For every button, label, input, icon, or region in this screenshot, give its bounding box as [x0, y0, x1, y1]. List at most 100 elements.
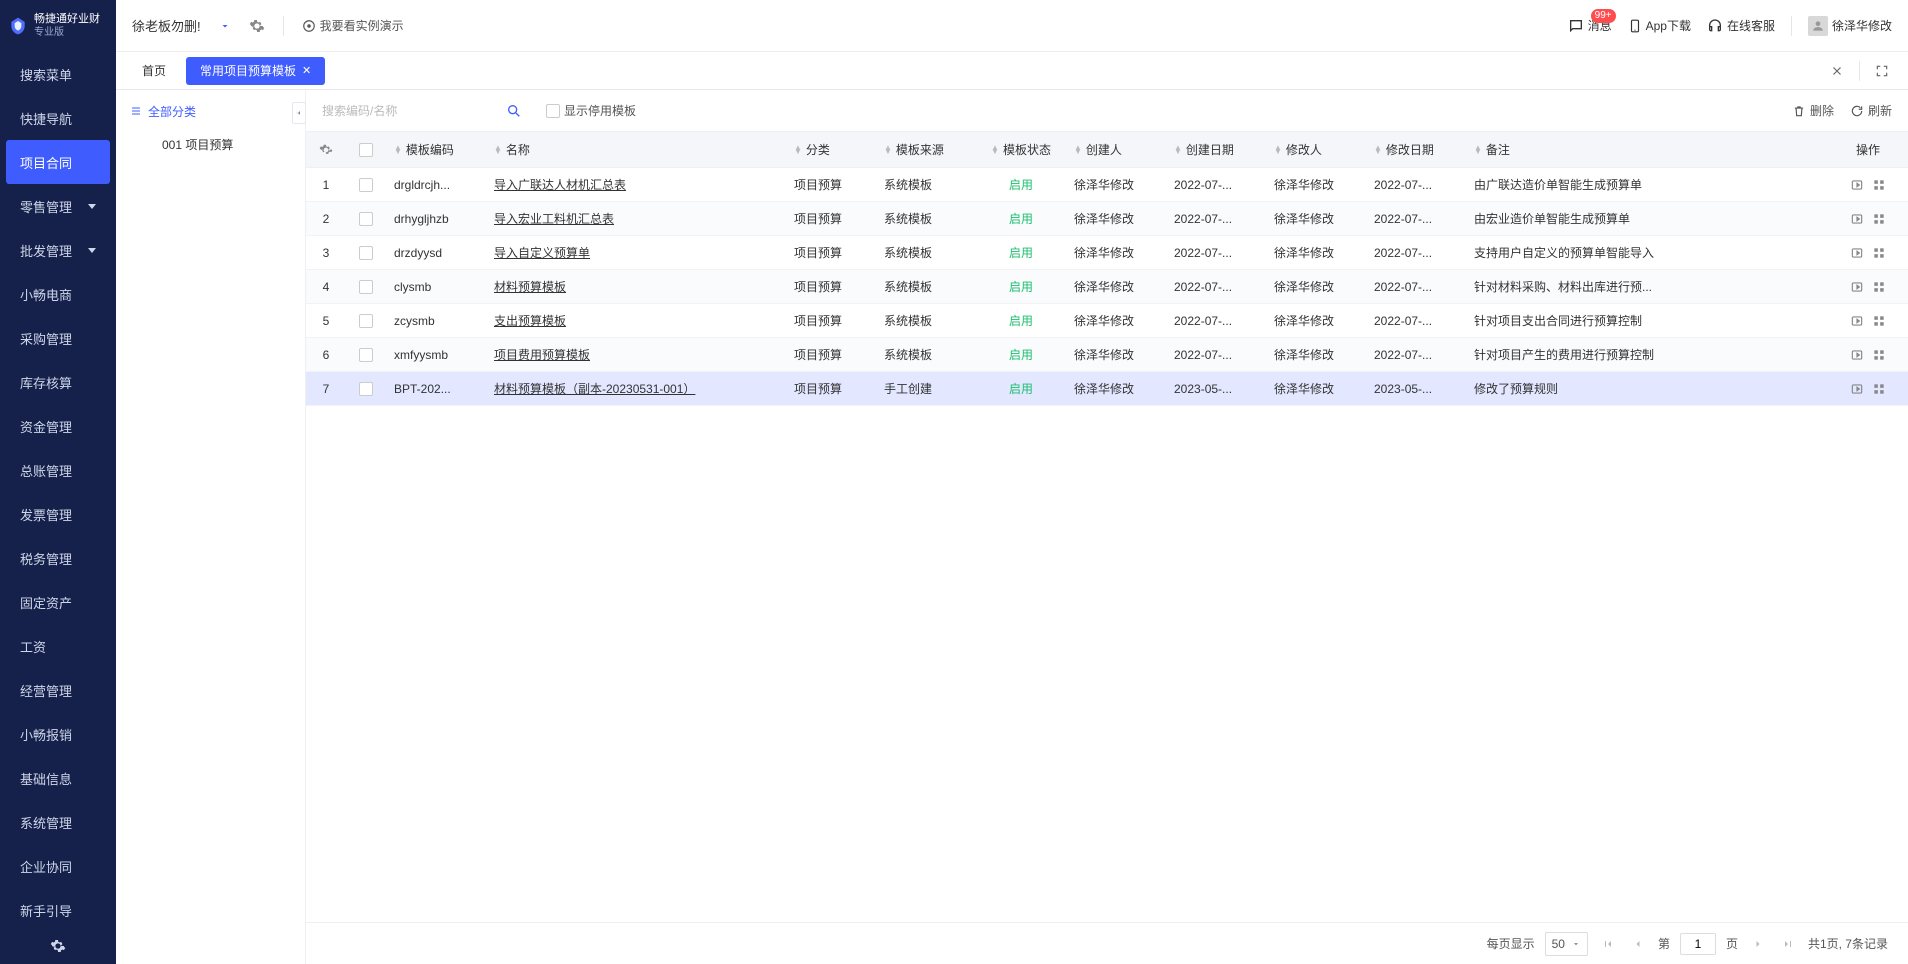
table-row[interactable]: 5zcysmb支出预算模板项目预算系统模板启用徐泽华修改2022-07-...徐…	[306, 304, 1908, 338]
sidebar-item[interactable]: 采购管理	[0, 316, 116, 360]
row-checkbox[interactable]	[346, 246, 386, 260]
delete-button[interactable]: 删除	[1792, 102, 1834, 119]
collapse-left-button[interactable]	[292, 102, 306, 124]
col-modifier[interactable]: ▲▼修改人	[1266, 141, 1366, 158]
sidebar-item[interactable]: 发票管理	[0, 492, 116, 536]
col-create-date[interactable]: ▲▼创建日期	[1166, 141, 1266, 158]
more-icon[interactable]	[1872, 382, 1886, 396]
sidebar-item[interactable]: 快捷导航	[0, 96, 116, 140]
messages-link[interactable]: 消息 99+	[1568, 17, 1612, 34]
col-status[interactable]: ▲▼模板状态	[976, 141, 1066, 158]
more-icon[interactable]	[1872, 280, 1886, 294]
sidebar-item[interactable]: 新手引导	[0, 888, 116, 928]
search-input[interactable]	[322, 98, 502, 124]
row-checkbox[interactable]	[346, 280, 386, 294]
online-service-link[interactable]: 在线客服	[1707, 17, 1775, 34]
sidebar-item[interactable]: 税务管理	[0, 536, 116, 580]
fullscreen-button[interactable]	[1868, 57, 1896, 85]
row-creator: 徐泽华修改	[1066, 210, 1166, 227]
tab-budget-template[interactable]: 常用项目预算模板 ✕	[186, 57, 325, 85]
view-icon[interactable]	[1850, 280, 1864, 294]
close-all-tabs-button[interactable]	[1823, 57, 1851, 85]
search-icon[interactable]	[506, 103, 522, 119]
col-category[interactable]: ▲▼分类	[786, 141, 876, 158]
more-icon[interactable]	[1872, 348, 1886, 362]
sidebar-item[interactable]: 小畅报销	[0, 712, 116, 756]
row-modify-date: 2022-07-...	[1366, 314, 1466, 328]
sidebar-item[interactable]: 零售管理	[0, 184, 116, 228]
table-row[interactable]: 1drgldrcjh...导入广联达人材机汇总表项目预算系统模板启用徐泽华修改2…	[306, 168, 1908, 202]
view-icon[interactable]	[1850, 178, 1864, 192]
sidebar-item[interactable]: 工资	[0, 624, 116, 668]
view-icon[interactable]	[1850, 348, 1864, 362]
settings-icon[interactable]	[249, 18, 265, 34]
message-badge: 99+	[1591, 9, 1616, 23]
row-checkbox[interactable]	[346, 314, 386, 328]
view-icon[interactable]	[1850, 382, 1864, 396]
sidebar-item[interactable]: 系统管理	[0, 800, 116, 844]
more-icon[interactable]	[1872, 178, 1886, 192]
sidebar-item[interactable]: 固定资产	[0, 580, 116, 624]
row-checkbox[interactable]	[346, 382, 386, 396]
row-name[interactable]: 项目费用预算模板	[486, 346, 786, 363]
sidebar-item[interactable]: 企业协同	[0, 844, 116, 888]
page-first-button[interactable]	[1598, 934, 1618, 954]
sidebar-item[interactable]: 总账管理	[0, 448, 116, 492]
more-icon[interactable]	[1872, 212, 1886, 226]
col-code[interactable]: ▲▼模板编码	[386, 141, 486, 158]
table-row[interactable]: 4clysmb材料预算模板项目预算系统模板启用徐泽华修改2022-07-...徐…	[306, 270, 1908, 304]
user-menu[interactable]: 徐泽华修改	[1808, 16, 1892, 36]
sidebar-item[interactable]: 搜索菜单	[0, 52, 116, 96]
tab-home[interactable]: 首页	[128, 57, 180, 85]
row-name[interactable]: 材料预算模板	[486, 278, 786, 295]
row-checkbox[interactable]	[346, 212, 386, 226]
row-modifier: 徐泽华修改	[1266, 278, 1366, 295]
sidebar-item[interactable]: 批发管理	[0, 228, 116, 272]
sidebar-item[interactable]: 项目合同	[6, 140, 110, 184]
sidebar-item[interactable]: 资金管理	[0, 404, 116, 448]
col-name[interactable]: ▲▼名称	[486, 141, 786, 158]
sidebar-settings[interactable]	[0, 928, 116, 964]
view-icon[interactable]	[1850, 246, 1864, 260]
view-icon[interactable]	[1850, 314, 1864, 328]
page-next-button[interactable]	[1748, 934, 1768, 954]
chevron-down-icon[interactable]	[219, 20, 231, 32]
sidebar-item[interactable]: 经营管理	[0, 668, 116, 712]
demo-link[interactable]: 我要看实例演示	[302, 17, 404, 34]
row-checkbox[interactable]	[346, 348, 386, 362]
page-last-button[interactable]	[1778, 934, 1798, 954]
col-modify-date[interactable]: ▲▼修改日期	[1366, 141, 1466, 158]
row-checkbox[interactable]	[346, 178, 386, 192]
category-all[interactable]: 全部分类	[116, 90, 305, 132]
table-row[interactable]: 6xmfyysmb项目费用预算模板项目预算系统模板启用徐泽华修改2022-07-…	[306, 338, 1908, 372]
tab-close-icon[interactable]: ✕	[302, 64, 311, 77]
row-name[interactable]: 支出预算模板	[486, 312, 786, 329]
select-all-checkbox[interactable]	[346, 143, 386, 157]
page-input[interactable]	[1680, 933, 1716, 955]
view-icon[interactable]	[1850, 212, 1864, 226]
more-icon[interactable]	[1872, 246, 1886, 260]
sidebar-item[interactable]: 基础信息	[0, 756, 116, 800]
col-creator[interactable]: ▲▼创建人	[1066, 141, 1166, 158]
perpage-select[interactable]: 50	[1545, 932, 1588, 956]
col-source[interactable]: ▲▼模板来源	[876, 141, 976, 158]
row-name[interactable]: 导入广联达人材机汇总表	[486, 176, 786, 193]
table-row[interactable]: 3drzdyysd导入自定义预算单项目预算系统模板启用徐泽华修改2022-07-…	[306, 236, 1908, 270]
main: 徐老板勿删! 我要看实例演示 消息 99+	[116, 0, 1908, 964]
category-item[interactable]: 001 项目预算	[116, 132, 305, 157]
table-row[interactable]: 7BPT-202...材料预算模板（副本-20230531-001）项目预算手工…	[306, 372, 1908, 406]
row-name[interactable]: 材料预算模板（副本-20230531-001）	[486, 380, 786, 397]
row-name[interactable]: 导入自定义预算单	[486, 244, 786, 261]
row-name[interactable]: 导入宏业工料机汇总表	[486, 210, 786, 227]
top-header: 徐老板勿删! 我要看实例演示 消息 99+	[116, 0, 1908, 52]
column-settings[interactable]	[306, 143, 346, 157]
page-prev-button[interactable]	[1628, 934, 1648, 954]
table-row[interactable]: 2drhygljhzb导入宏业工料机汇总表项目预算系统模板启用徐泽华修改2022…	[306, 202, 1908, 236]
col-remark[interactable]: ▲▼备注	[1466, 141, 1696, 158]
refresh-button[interactable]: 刷新	[1850, 102, 1892, 119]
sidebar-item[interactable]: 库存核算	[0, 360, 116, 404]
more-icon[interactable]	[1872, 314, 1886, 328]
show-disabled-checkbox[interactable]: 显示停用模板	[546, 102, 636, 119]
app-download-link[interactable]: App下载	[1628, 17, 1691, 34]
sidebar-item[interactable]: 小畅电商	[0, 272, 116, 316]
